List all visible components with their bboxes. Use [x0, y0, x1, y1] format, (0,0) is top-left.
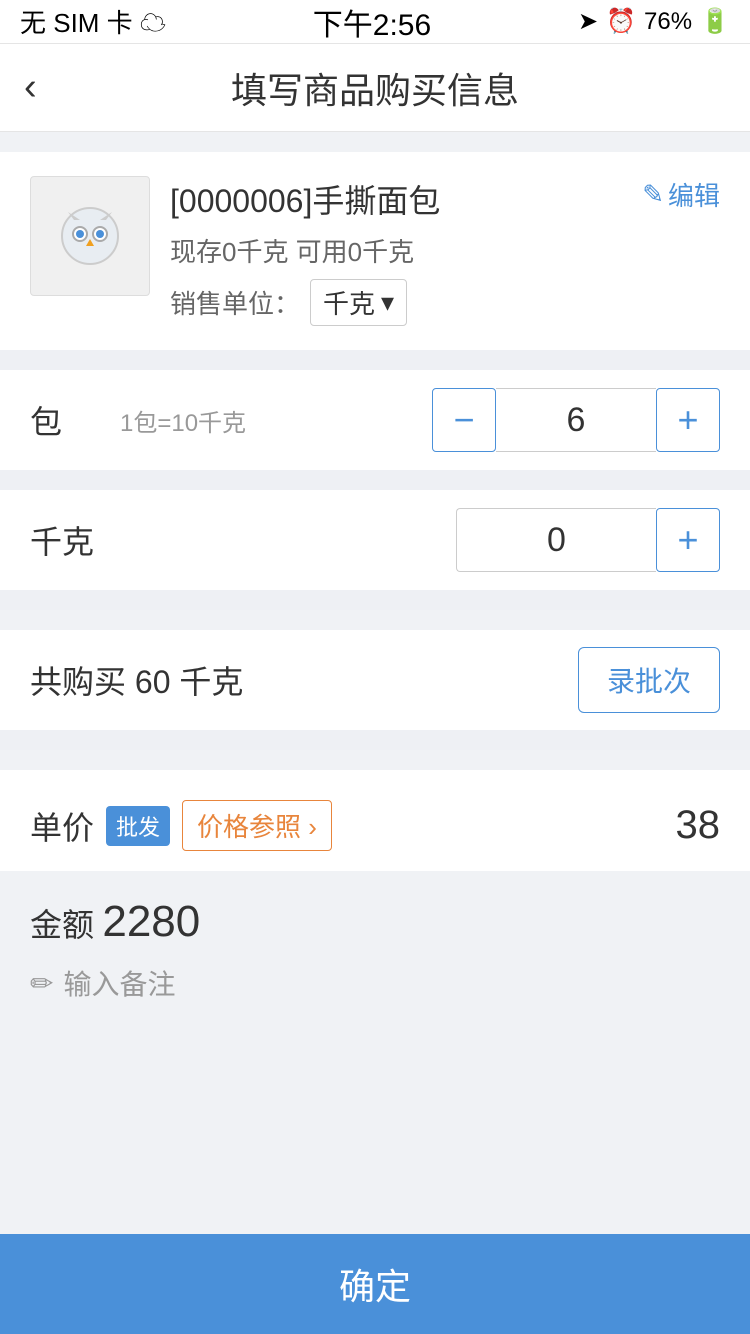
divider-1 [0, 350, 750, 370]
bao-input[interactable] [496, 388, 656, 452]
divider-3 [0, 590, 750, 610]
bao-label: 包 [30, 397, 110, 443]
remark-placeholder: 输入备注 [63, 963, 175, 1003]
edit-label: 编辑 [668, 176, 720, 213]
pencil-icon: ✏ [30, 967, 53, 1000]
bao-decrease-button[interactable]: − [432, 388, 496, 452]
product-card: [0000006]手撕面包 ✎ 编辑 现存0千克 可用0千克 销售单位： 千克 … [0, 152, 750, 350]
price-section: 单价 批发 价格参照 › 38 [0, 770, 750, 871]
alarm-icon: ⏰ [606, 7, 636, 36]
product-info: [0000006]手撕面包 ✎ 编辑 现存0千克 可用0千克 销售单位： 千克 … [170, 176, 720, 326]
edit-icon: ✎ [642, 179, 664, 210]
qianke-label: 千克 [30, 517, 110, 563]
qianke-section: 千克 + [0, 490, 750, 590]
page-title: 填写商品购买信息 [231, 62, 519, 114]
sim-status: 无 SIM 卡 ☁ [20, 3, 166, 40]
bao-sublabel: 1包=10千克 [120, 403, 432, 438]
bao-increase-button[interactable]: + [656, 388, 720, 452]
total-label: 共购买 60 千克 [30, 657, 243, 703]
record-batch-button[interactable]: 录批次 [578, 647, 720, 713]
product-name: [0000006]手撕面包 [170, 176, 440, 222]
divider-4 [0, 730, 750, 750]
price-value: 38 [676, 803, 721, 848]
total-row: 共购买 60 千克 录批次 [30, 630, 720, 730]
chevron-down-icon: ▾ [381, 287, 394, 318]
status-left: 无 SIM 卡 ☁ [20, 3, 166, 40]
amount-value: 2280 [102, 897, 200, 946]
bao-row: 包 1包=10千克 − + [30, 370, 720, 470]
batch-tag: 批发 [106, 806, 170, 846]
qianke-stepper: + [456, 508, 720, 572]
status-bar: 无 SIM 卡 ☁ 下午2:56 ➤ ⏰ 76% 🔋 [0, 0, 750, 44]
amount-label: 金额 [30, 907, 94, 943]
bao-stepper: − + [432, 388, 720, 452]
bao-section: 包 1包=10千克 − + [0, 370, 750, 470]
qianke-input[interactable] [456, 508, 656, 572]
edit-button[interactable]: ✎ 编辑 [642, 176, 720, 213]
battery-icon: 🔋 [700, 7, 730, 36]
confirm-button[interactable]: 确定 [0, 1234, 750, 1334]
divider-2 [0, 470, 750, 490]
price-ref-button[interactable]: 价格参照 › [182, 800, 332, 851]
qianke-increase-button[interactable]: + [656, 508, 720, 572]
qianke-row: 千克 + [30, 490, 720, 590]
unit-value: 千克 [323, 284, 375, 321]
status-right: ➤ ⏰ 76% 🔋 [578, 7, 730, 36]
location-icon: ➤ [578, 7, 598, 36]
product-name-row: [0000006]手撕面包 ✎ 编辑 [170, 176, 720, 222]
amount-row: 金额 2280 [30, 897, 720, 947]
nav-bar: ‹ 填写商品购买信息 [0, 44, 750, 132]
product-unit-row: 销售单位： 千克 ▾ [170, 279, 720, 326]
price-label: 单价 [30, 803, 94, 849]
price-row: 单价 批发 价格参照 › 38 [30, 800, 720, 851]
status-time: 下午2:56 [313, 0, 431, 44]
remark-row[interactable]: ✏ 输入备注 [30, 963, 720, 1003]
back-button[interactable]: ‹ [24, 66, 37, 109]
product-stock: 现存0千克 可用0千克 [170, 232, 720, 269]
bottom-pad [0, 1027, 750, 1147]
amount-section: 金额 2280 ✏ 输入备注 [0, 873, 750, 1027]
unit-label: 销售单位： [170, 284, 300, 321]
battery-level: 76% [644, 8, 692, 36]
unit-select[interactable]: 千克 ▾ [310, 279, 407, 326]
total-section: 共购买 60 千克 录批次 [0, 630, 750, 730]
product-image [30, 176, 150, 296]
